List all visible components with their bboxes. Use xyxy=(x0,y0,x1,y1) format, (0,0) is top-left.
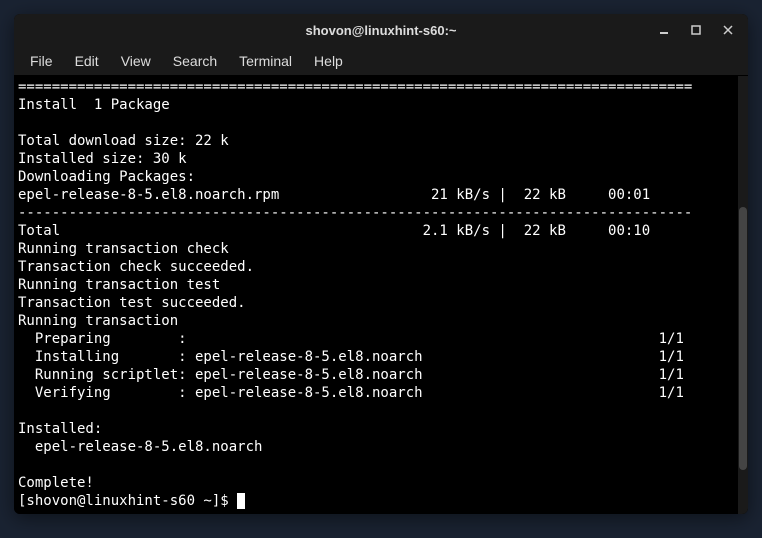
menu-file[interactable]: File xyxy=(20,49,63,73)
terminal-text: ========================================… xyxy=(18,79,692,491)
menu-edit[interactable]: Edit xyxy=(65,49,109,73)
maximize-icon xyxy=(691,25,701,35)
scrollbar-thumb[interactable] xyxy=(739,207,747,470)
menu-terminal[interactable]: Terminal xyxy=(229,49,302,73)
terminal-output[interactable]: ========================================… xyxy=(14,76,748,514)
window-controls xyxy=(648,16,744,44)
cursor xyxy=(237,493,245,509)
prompt: [shovon@linuxhint-s60 ~]$ xyxy=(18,493,237,509)
menubar: File Edit View Search Terminal Help xyxy=(14,46,748,76)
maximize-button[interactable] xyxy=(680,16,712,44)
close-icon xyxy=(723,25,733,35)
terminal-window: shovon@linuxhint-s60:~ File Edit View Se… xyxy=(14,14,748,514)
menu-help[interactable]: Help xyxy=(304,49,353,73)
scrollbar[interactable] xyxy=(738,76,748,514)
menu-search[interactable]: Search xyxy=(163,49,227,73)
close-button[interactable] xyxy=(712,16,744,44)
menu-view[interactable]: View xyxy=(111,49,161,73)
titlebar[interactable]: shovon@linuxhint-s60:~ xyxy=(14,14,748,46)
minimize-icon xyxy=(659,25,669,35)
window-title: shovon@linuxhint-s60:~ xyxy=(306,23,457,38)
minimize-button[interactable] xyxy=(648,16,680,44)
